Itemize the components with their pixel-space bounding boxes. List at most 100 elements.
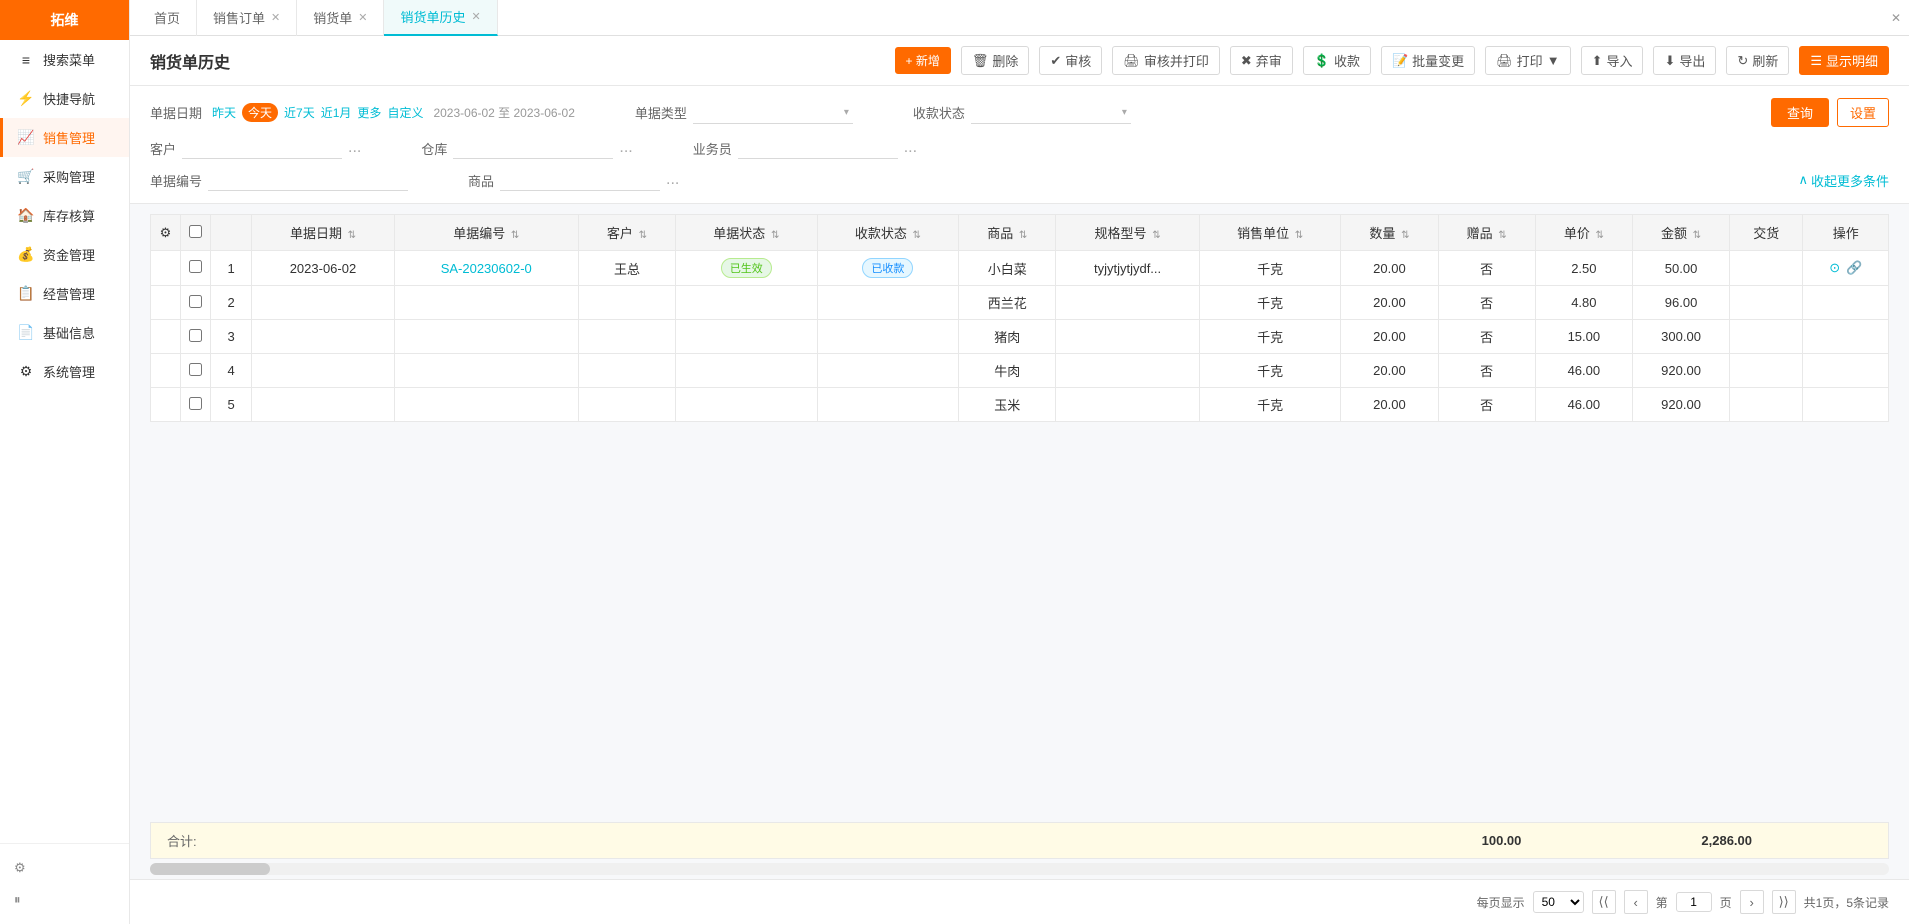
- row-checkbox[interactable]: [189, 363, 202, 376]
- select-all-checkbox[interactable]: [189, 225, 202, 238]
- sidebar-item-search-menu[interactable]: ≡ 搜索菜单: [0, 40, 129, 79]
- col-amount[interactable]: 金额 ⇅: [1632, 215, 1729, 251]
- shortcut-custom[interactable]: 自定义: [387, 104, 423, 121]
- sort-customer-icon[interactable]: ⇅: [639, 230, 647, 241]
- warehouse-dots-btn[interactable]: ...: [619, 139, 632, 157]
- link-btn[interactable]: 🔗: [1846, 260, 1862, 275]
- cell-checkbox[interactable]: [181, 251, 211, 286]
- sidebar-bottom-settings[interactable]: ⚙: [0, 852, 129, 884]
- tab-sales-order[interactable]: 销售订单 ✕: [197, 0, 297, 36]
- next-page-btn[interactable]: ›: [1740, 890, 1764, 914]
- print-button[interactable]: 🖨 打印 ▼: [1485, 46, 1570, 75]
- row-checkbox[interactable]: [189, 397, 202, 410]
- tab-sales-order-close[interactable]: ✕: [271, 11, 280, 24]
- customer-dots-btn[interactable]: ...: [348, 139, 361, 157]
- import-button[interactable]: ⬆ 导入: [1581, 46, 1644, 75]
- row-checkbox[interactable]: [189, 260, 202, 273]
- staff-dots-btn[interactable]: ...: [904, 139, 917, 157]
- shortcut-more[interactable]: 更多: [357, 104, 381, 121]
- col-unit[interactable]: 销售单位 ⇅: [1199, 215, 1341, 251]
- sidebar-item-ops-mgmt[interactable]: 📋 经营管理: [0, 274, 129, 313]
- export-button[interactable]: ⬇ 导出: [1653, 46, 1716, 75]
- tab-sales-history-close[interactable]: ✕: [472, 10, 481, 23]
- tab-home[interactable]: 首页: [138, 0, 197, 36]
- filter-settings-button[interactable]: 设置: [1837, 98, 1889, 127]
- batch-change-button[interactable]: 📝 批量变更: [1381, 46, 1475, 75]
- col-settings[interactable]: ⚙: [151, 215, 181, 251]
- sort-amount-icon[interactable]: ⇅: [1693, 230, 1701, 241]
- sidebar-item-purchase-mgmt[interactable]: 🛒 采购管理: [0, 157, 129, 196]
- col-checkbox[interactable]: [181, 215, 211, 251]
- query-button[interactable]: 查询: [1771, 98, 1829, 127]
- cell-operation[interactable]: [1803, 320, 1889, 354]
- staff-input[interactable]: [738, 137, 898, 159]
- col-unit-price[interactable]: 单价 ⇅: [1535, 215, 1632, 251]
- sidebar-item-sales-mgmt[interactable]: 📈 销售管理: [0, 118, 129, 157]
- sort-doc-date-icon[interactable]: ⇅: [348, 230, 356, 241]
- cell-checkbox[interactable]: [181, 388, 211, 422]
- sidebar-item-basic-info[interactable]: 📄 基础信息: [0, 313, 129, 352]
- per-page-select[interactable]: 50 100: [1533, 891, 1584, 913]
- col-qty[interactable]: 数量 ⇅: [1341, 215, 1438, 251]
- col-gift[interactable]: 赠品 ⇅: [1438, 215, 1535, 251]
- row-checkbox[interactable]: [189, 329, 202, 342]
- review-button[interactable]: ✔ 审核: [1039, 46, 1102, 75]
- col-doc-date[interactable]: 单据日期 ⇅: [252, 215, 394, 251]
- show-detail-button[interactable]: ☰ 显示明细: [1799, 46, 1889, 75]
- scrollbar-thumb[interactable]: [150, 863, 270, 875]
- prev-page-btn[interactable]: ‹: [1624, 890, 1648, 914]
- collect-button[interactable]: 💲 收款: [1303, 46, 1371, 75]
- edit-btn[interactable]: ⊙: [1829, 260, 1840, 275]
- customer-input[interactable]: [182, 137, 342, 159]
- sort-spec-icon[interactable]: ⇅: [1152, 230, 1160, 241]
- new-button[interactable]: + 新增: [895, 47, 951, 74]
- sidebar-item-sys-mgmt[interactable]: ⚙ 系统管理: [0, 352, 129, 391]
- page-number-input[interactable]: [1676, 892, 1712, 912]
- cell-checkbox[interactable]: [181, 354, 211, 388]
- row-checkbox[interactable]: [189, 295, 202, 308]
- col-goods[interactable]: 商品 ⇅: [959, 215, 1056, 251]
- cell-checkbox[interactable]: [181, 286, 211, 320]
- sort-qty-icon[interactable]: ⇅: [1401, 230, 1409, 241]
- col-customer[interactable]: 客户 ⇅: [578, 215, 675, 251]
- sidebar-item-finance-mgmt[interactable]: 💰 资金管理: [0, 235, 129, 274]
- sort-doc-status-icon[interactable]: ⇅: [771, 230, 779, 241]
- goods-dots-btn[interactable]: ...: [666, 171, 679, 189]
- sidebar-bottom-pause[interactable]: ⏸: [0, 884, 129, 916]
- first-page-btn[interactable]: ⟨⟨: [1592, 890, 1616, 914]
- shortcut-today[interactable]: 今天: [242, 103, 278, 122]
- refresh-button[interactable]: ↻ 刷新: [1726, 46, 1789, 75]
- doc-no-link[interactable]: SA-20230602-0: [441, 261, 532, 276]
- col-pay-status[interactable]: 收款状态 ⇅: [817, 215, 959, 251]
- doc-type-select[interactable]: [693, 102, 853, 124]
- delete-button[interactable]: 🗑 删除: [961, 46, 1030, 75]
- col-doc-no[interactable]: 单据编号 ⇅: [394, 215, 578, 251]
- col-doc-status[interactable]: 单据状态 ⇅: [676, 215, 818, 251]
- sort-gift-icon[interactable]: ⇅: [1498, 230, 1506, 241]
- cell-operation[interactable]: [1803, 286, 1889, 320]
- sort-pay-status-icon[interactable]: ⇅: [912, 230, 920, 241]
- shortcut-7days[interactable]: 近7天: [284, 104, 315, 121]
- pay-status-select[interactable]: [971, 102, 1131, 124]
- last-page-btn[interactable]: ⟩⟩: [1772, 890, 1796, 914]
- close-all-tabs-btn[interactable]: ✕: [1891, 11, 1901, 25]
- sidebar-item-inventory[interactable]: 🏠 库存核算: [0, 196, 129, 235]
- sort-goods-icon[interactable]: ⇅: [1019, 230, 1027, 241]
- shortcut-1month[interactable]: 近1月: [321, 104, 352, 121]
- sort-unit-icon[interactable]: ⇅: [1295, 230, 1303, 241]
- abandon-button[interactable]: ✖ 弃审: [1230, 46, 1293, 75]
- cell-operation[interactable]: [1803, 388, 1889, 422]
- review-print-button[interactable]: 🖨 审核并打印: [1112, 46, 1220, 75]
- collapse-btn[interactable]: ∧ 收起更多条件: [1798, 171, 1889, 190]
- col-spec[interactable]: 规格型号 ⇅: [1056, 215, 1200, 251]
- horizontal-scrollbar[interactable]: [150, 863, 1889, 875]
- tab-sales-delivery-close[interactable]: ✕: [358, 11, 367, 24]
- warehouse-input[interactable]: [453, 137, 613, 159]
- tab-sales-delivery[interactable]: 销货单 ✕: [297, 0, 384, 36]
- cell-checkbox[interactable]: [181, 320, 211, 354]
- sort-doc-no-icon[interactable]: ⇅: [511, 230, 519, 241]
- shortcut-yesterday[interactable]: 昨天: [212, 104, 236, 121]
- cell-operation[interactable]: ⊙🔗: [1803, 251, 1889, 286]
- goods-input[interactable]: [500, 169, 660, 191]
- sidebar-item-quick-nav[interactable]: ⚡ 快捷导航: [0, 79, 129, 118]
